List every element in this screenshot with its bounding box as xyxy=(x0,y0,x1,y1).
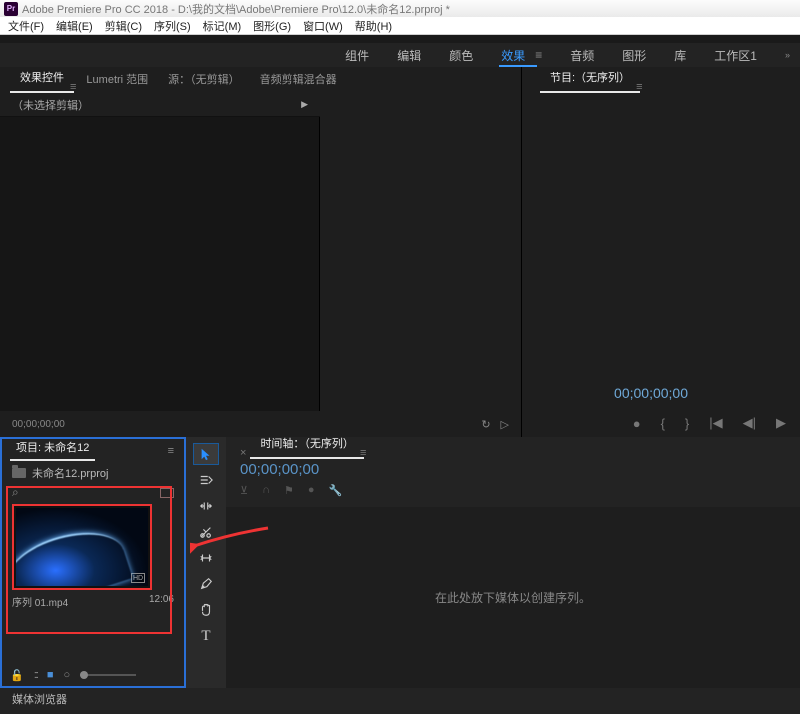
tab-source-noclip[interactable]: 源：（无剪辑） xyxy=(158,67,250,93)
program-monitor: 00;00;00;00 xyxy=(522,93,800,409)
freeform-view-icon[interactable]: ○ xyxy=(64,669,71,681)
loop-icon[interactable]: ↻ xyxy=(481,418,490,431)
workspace-assembly[interactable]: 组件 xyxy=(345,47,369,64)
effect-controls-body xyxy=(0,117,521,411)
menu-edit[interactable]: 编辑(E) xyxy=(50,18,99,34)
tool-hand[interactable] xyxy=(193,599,219,621)
window-titlebar: Pr Adobe Premiere Pro CC 2018 - D:\我的文档\… xyxy=(0,0,800,17)
workspace-graphics[interactable]: 图形 xyxy=(622,47,646,64)
tool-ripple-edit[interactable] xyxy=(193,495,219,517)
workspace-color[interactable]: 颜色 xyxy=(449,47,473,64)
clip-preview-image: HD xyxy=(16,508,148,586)
program-panel: 节目:（无序列） ≡ 00;00;00;00 ● { } |◀ ◀| ▶ xyxy=(522,67,800,437)
mark-in-icon[interactable]: { xyxy=(661,416,665,431)
wrench-icon[interactable]: 🔧 xyxy=(329,484,343,497)
timeline-panel: × 时间轴：（无序列） ≡ 00;00;00;00 ⊻ ∩ ⚑ ● 🔧 在此处放… xyxy=(226,437,800,688)
timeline-drop-area[interactable]: 在此处放下媒体以创建序列。 xyxy=(226,507,800,688)
list-view-icon[interactable]: ::: xyxy=(34,669,37,681)
menu-file[interactable]: 文件(F) xyxy=(2,18,50,34)
menu-sequence[interactable]: 序列(S) xyxy=(148,18,197,34)
dark-strip xyxy=(0,35,800,43)
workspace-effects[interactable]: 效果 xyxy=(501,47,525,64)
workspace-switcher: 组件 编辑 颜色 效果 ≡ 音频 图形 库 工作区1 » xyxy=(0,43,800,67)
tab-timeline[interactable]: 时间轴：（无序列） xyxy=(250,431,364,459)
menu-clip[interactable]: 剪辑(C) xyxy=(99,18,148,34)
marker-icon[interactable]: ⚑ xyxy=(284,484,294,497)
program-timecode[interactable]: 00;00;00;00 xyxy=(614,385,688,401)
tab-media-browser[interactable]: 媒体浏览器 xyxy=(12,691,67,707)
project-footer: 🔓 ::: ■ ○ xyxy=(2,664,184,686)
source-tabs: 效果控件 ≡ Lumetri 范围 源：（无剪辑） 音频剪辑混合器 xyxy=(0,67,521,93)
tab-lumetri-scopes[interactable]: Lumetri 范围 xyxy=(76,67,158,93)
project-menu-icon[interactable]: ≡ xyxy=(168,445,174,457)
linked-selection-icon[interactable]: ∩ xyxy=(262,484,270,497)
workspace-editing[interactable]: 编辑 xyxy=(397,47,421,64)
project-filename: 未命名12.prproj xyxy=(32,465,108,481)
tool-slip[interactable] xyxy=(193,547,219,569)
menu-graphics[interactable]: 图形(G) xyxy=(247,18,297,34)
tab-effect-controls[interactable]: 效果控件 xyxy=(10,65,74,93)
project-panel: 项目: 未命名12 ≡ 未命名12.prproj ⌕ HD 序列 01.mp4 … xyxy=(0,437,186,688)
close-tab-icon[interactable]: × xyxy=(240,447,246,459)
no-clip-label: （未选择剪辑） xyxy=(12,97,89,113)
folder-icon xyxy=(12,468,26,478)
effect-controls-header: （未选择剪辑） ▶ xyxy=(0,93,320,117)
tool-type[interactable]: T xyxy=(193,625,219,647)
tab-audio-clip-mixer[interactable]: 音频剪辑混合器 xyxy=(250,67,347,93)
menu-window[interactable]: 窗口(W) xyxy=(297,18,349,34)
tool-pen[interactable] xyxy=(193,573,219,595)
zoom-slider[interactable] xyxy=(80,674,136,676)
effect-properties-column xyxy=(0,117,320,411)
tool-track-select[interactable] xyxy=(193,469,219,491)
tab-project[interactable]: 项目: 未命名12 xyxy=(10,436,95,461)
clip-format-badge: HD xyxy=(131,573,145,583)
tools-panel: T xyxy=(186,437,226,688)
program-transport: ● { } |◀ ◀| ▶ xyxy=(522,409,800,437)
workspace-custom1[interactable]: 工作区1 xyxy=(714,47,757,64)
export-frame-icon[interactable]: ▷ xyxy=(501,418,509,431)
timeline-menu-icon[interactable]: ≡ xyxy=(360,447,366,459)
project-file-row: 未命名12.prproj xyxy=(2,461,184,485)
app-menubar: 文件(F) 编辑(E) 剪辑(C) 序列(S) 标记(M) 图形(G) 窗口(W… xyxy=(0,17,800,35)
clip-thumbnail[interactable]: HD xyxy=(12,504,152,590)
write-lock-icon[interactable]: 🔓 xyxy=(10,669,24,682)
tool-selection[interactable] xyxy=(193,443,219,465)
add-marker-icon[interactable]: ● xyxy=(633,416,641,431)
tab-program[interactable]: 节目:（无序列） xyxy=(540,65,640,93)
timeline-toolbar: ⊻ ∩ ⚑ ● 🔧 xyxy=(226,480,800,501)
snap-icon[interactable]: ⊻ xyxy=(240,484,248,497)
workspace-libraries[interactable]: 库 xyxy=(674,47,686,64)
workspace-menu-icon[interactable]: ≡ xyxy=(535,48,542,62)
bottom-tab-row: 媒体浏览器 xyxy=(0,688,800,710)
menu-help[interactable]: 帮助(H) xyxy=(349,18,398,34)
goto-in-icon[interactable]: |◀ xyxy=(709,415,722,431)
app-icon: Pr xyxy=(4,2,18,16)
workspace-overflow-icon[interactable]: » xyxy=(785,50,790,60)
source-timecode[interactable]: 00;00;00;00 xyxy=(12,419,65,430)
settings-dot-icon[interactable]: ● xyxy=(308,484,315,497)
effect-timeline-column xyxy=(320,117,521,411)
timeline-empty-message: 在此处放下媒体以创建序列。 xyxy=(435,589,591,606)
window-title: Adobe Premiere Pro CC 2018 - D:\我的文档\Ado… xyxy=(22,1,450,17)
icon-view-icon[interactable]: ■ xyxy=(47,669,54,681)
source-panel-group: 效果控件 ≡ Lumetri 范围 源：（无剪辑） 音频剪辑混合器 （未选择剪辑… xyxy=(0,67,522,437)
step-back-icon[interactable]: ◀| xyxy=(743,415,756,431)
mark-out-icon[interactable]: } xyxy=(685,416,689,431)
program-menu-icon[interactable]: ≡ xyxy=(636,81,642,93)
timeline-timecode[interactable]: 00;00;00;00 xyxy=(226,459,800,480)
play-icon[interactable]: ▶ xyxy=(301,99,308,110)
workspace-audio[interactable]: 音频 xyxy=(570,47,594,64)
tool-razor[interactable] xyxy=(193,521,219,543)
play-button[interactable]: ▶ xyxy=(776,415,786,431)
menu-marker[interactable]: 标记(M) xyxy=(197,18,248,34)
